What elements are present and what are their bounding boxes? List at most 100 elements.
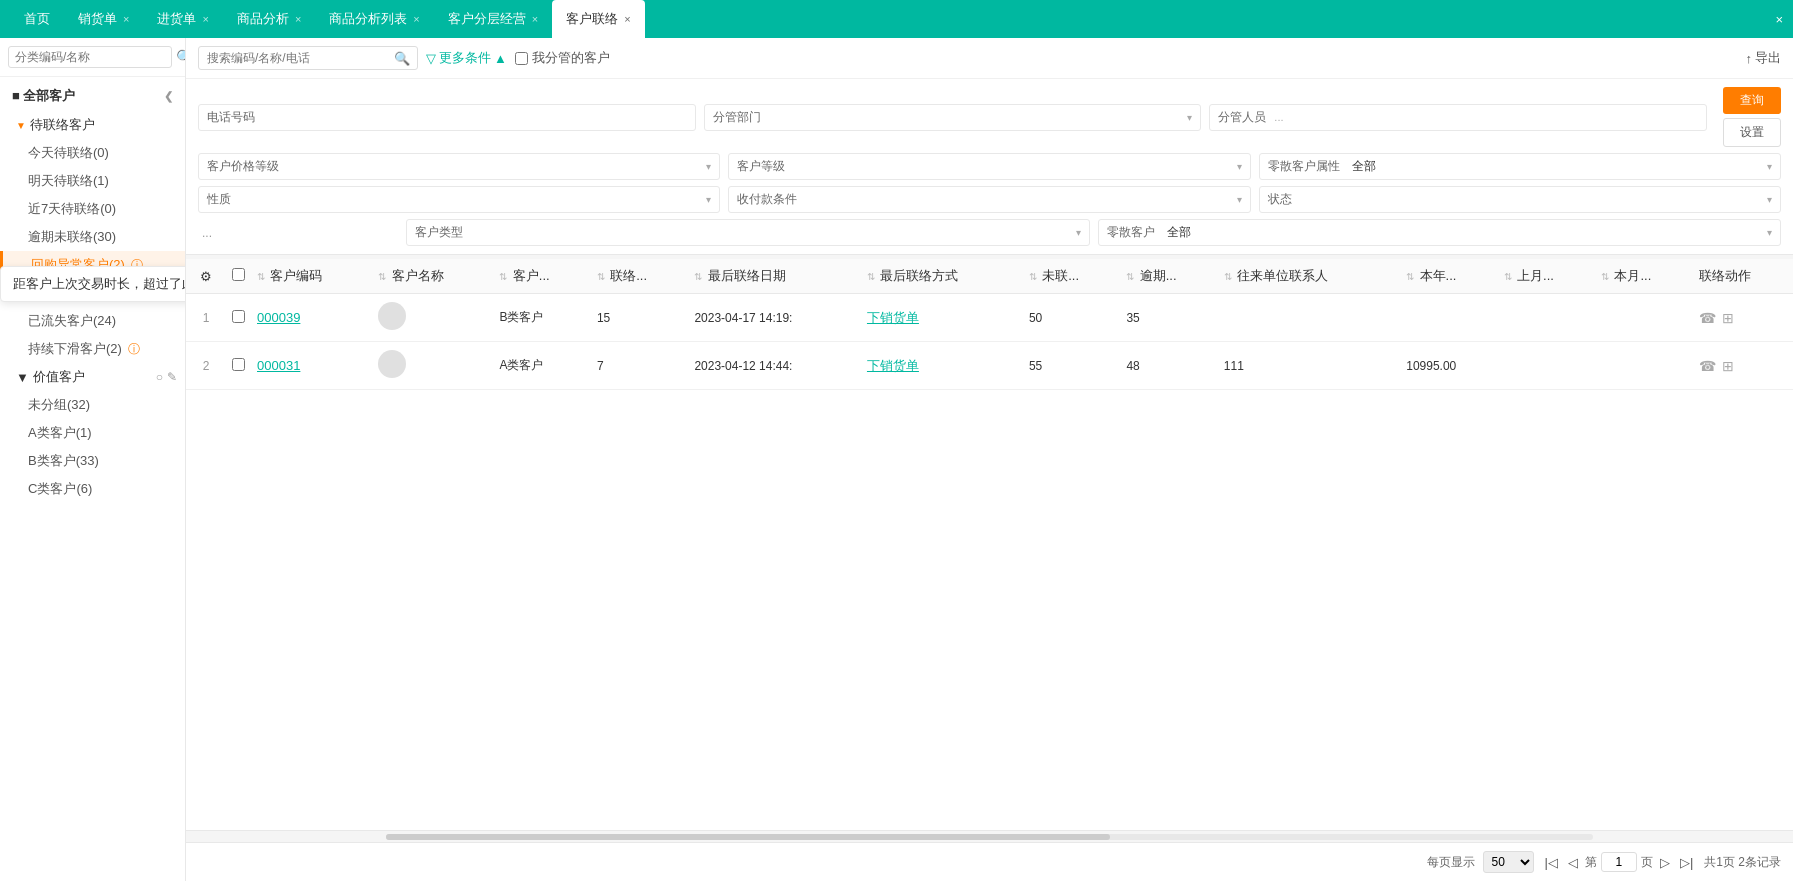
- my-customers-checkbox-label[interactable]: 我分管的客户: [515, 49, 610, 67]
- sidebar-item-b-class[interactable]: B类客户(33): [0, 447, 185, 475]
- nav-close-icon[interactable]: ×: [295, 13, 301, 25]
- pending-group-title[interactable]: ▼ 待联络客户: [0, 111, 185, 139]
- sort-icon: ⇅: [378, 271, 386, 282]
- row-contacts-cell: [1218, 294, 1400, 342]
- phone-icon[interactable]: ☎: [1699, 358, 1716, 374]
- export-button[interactable]: ↑ 导出: [1746, 49, 1782, 67]
- phone-icon[interactable]: ☎: [1699, 310, 1716, 326]
- all-customers-title[interactable]: ■ 全部客户 ❮: [0, 81, 185, 111]
- scrollbar-track[interactable]: [386, 834, 1593, 840]
- retail-property-field[interactable]: 零散客户属性 全部 ▾: [1259, 153, 1781, 180]
- nav-customer-contact[interactable]: 客户联络 ×: [552, 0, 644, 38]
- col-lastdate-header[interactable]: ⇅ 最后联络日期: [688, 259, 861, 294]
- settings-icon[interactable]: ⚙: [200, 269, 212, 284]
- col-name-header[interactable]: ⇅ 客户名称: [372, 259, 493, 294]
- nav-close-icon[interactable]: ×: [413, 13, 419, 25]
- triangle-icon: ▼: [16, 120, 26, 131]
- sidebar-item-keep-decreasing[interactable]: 持续下滑客户(2) ⓘ: [0, 335, 185, 363]
- nav-close-icon[interactable]: ×: [123, 13, 129, 25]
- col-code-header[interactable]: ⇅ 客户编码: [251, 259, 372, 294]
- row-action-cell: ☎ ⊞: [1693, 342, 1793, 390]
- chevron-down-icon: ▾: [1187, 112, 1192, 123]
- sort-icon: ⇅: [499, 271, 507, 282]
- row-checkbox[interactable]: [232, 358, 245, 371]
- sidebar-search-input[interactable]: [8, 46, 172, 68]
- prev-page-button[interactable]: ◁: [1565, 855, 1581, 870]
- chevron-down-icon: ▾: [1237, 194, 1242, 205]
- col-overdue-header[interactable]: ⇅ 逾期...: [1120, 259, 1217, 294]
- sidebar-item-already-lost[interactable]: 已流失客户(24): [0, 307, 185, 335]
- customer-code-link[interactable]: 000031: [257, 358, 300, 373]
- sidebar-item-ungrouped[interactable]: 未分组(32): [0, 391, 185, 419]
- nav-customer-segment[interactable]: 客户分层经营 ×: [434, 0, 552, 38]
- col-thismonth-header[interactable]: ⇅ 本月...: [1595, 259, 1692, 294]
- settings-button[interactable]: 设置: [1723, 118, 1781, 147]
- phone-field[interactable]: 电话号码: [198, 104, 696, 131]
- sidebar-item-today[interactable]: 今天待联络(0): [0, 139, 185, 167]
- scrollbar-thumb[interactable]: [386, 834, 1110, 840]
- col-thisyear-header[interactable]: ⇅ 本年...: [1400, 259, 1497, 294]
- per-page-label: 每页显示: [1427, 854, 1475, 871]
- nav-purchase-order[interactable]: 进货单 ×: [143, 0, 222, 38]
- data-table-container: ⚙ ⇅ 客户编码 ⇅ 客户名称: [186, 259, 1793, 830]
- payment-condition-field[interactable]: 收付款条件 ▾: [728, 186, 1250, 213]
- select-all-checkbox[interactable]: [232, 268, 245, 281]
- col-type-header[interactable]: ⇅ 客户...: [493, 259, 590, 294]
- my-customers-checkbox[interactable]: [515, 52, 528, 65]
- grid-icon[interactable]: ⊞: [1722, 358, 1734, 374]
- sidebar-item-a-class[interactable]: A类客户(1): [0, 419, 185, 447]
- next-page-button[interactable]: ▷: [1657, 855, 1673, 870]
- last-page-button[interactable]: ▷|: [1677, 855, 1696, 870]
- row-lastmonth-cell: [1498, 342, 1595, 390]
- nav-product-analysis[interactable]: 商品分析 ×: [223, 0, 315, 38]
- more-icon[interactable]: ...: [1274, 111, 1283, 123]
- department-field[interactable]: 分管部门 ▾: [704, 104, 1202, 131]
- last-method-link[interactable]: 下销货单: [867, 310, 919, 325]
- search-icon[interactable]: 🔍: [394, 51, 410, 66]
- grid-icon[interactable]: ⊞: [1722, 310, 1734, 326]
- row-lastmethod-cell: 下销货单: [861, 342, 1023, 390]
- window-close-button[interactable]: ×: [1775, 10, 1783, 28]
- edit-icon[interactable]: ○: [156, 370, 163, 384]
- nature-field[interactable]: 性质 ▾: [198, 186, 720, 213]
- row-num-cell: 2: [186, 342, 226, 390]
- last-method-link[interactable]: 下销货单: [867, 358, 919, 373]
- pagination-controls: |◁ ◁ 第 页 ▷ ▷|: [1542, 852, 1697, 872]
- ellipsis-button[interactable]: ...: [198, 226, 216, 240]
- settings-icon[interactable]: ✎: [167, 370, 177, 384]
- retail-customer-field[interactable]: 零散客户 全部 ▾: [1098, 219, 1782, 246]
- nav-home[interactable]: 首页: [10, 0, 64, 38]
- row-checkbox[interactable]: [232, 310, 245, 323]
- nav-sales-order[interactable]: 销货单 ×: [64, 0, 143, 38]
- customer-type-field[interactable]: 客户类型 ▾: [406, 219, 1090, 246]
- col-unread-header[interactable]: ⇅ 未联...: [1023, 259, 1120, 294]
- sidebar-item-tomorrow[interactable]: 明天待联络(1): [0, 167, 185, 195]
- first-page-button[interactable]: |◁: [1542, 855, 1561, 870]
- col-lastmethod-header[interactable]: ⇅ 最后联络方式: [861, 259, 1023, 294]
- manager-field[interactable]: 分管人员 ...: [1209, 104, 1707, 131]
- nav-close-icon[interactable]: ×: [202, 13, 208, 25]
- price-grade-field[interactable]: 客户价格等级 ▾: [198, 153, 720, 180]
- col-lastmonth-header[interactable]: ⇅ 上月...: [1498, 259, 1595, 294]
- row-type-cell: B类客户: [493, 294, 590, 342]
- sidebar-search-icon[interactable]: 🔍: [176, 49, 186, 65]
- col-contacts-header[interactable]: ⇅ 往来单位联系人: [1218, 259, 1400, 294]
- col-contact-header[interactable]: ⇅ 联络...: [591, 259, 688, 294]
- status-field[interactable]: 状态 ▾: [1259, 186, 1781, 213]
- query-button[interactable]: 查询: [1723, 87, 1781, 114]
- more-conditions-button[interactable]: ▽ 更多条件 ▲: [426, 49, 507, 67]
- page-number-input[interactable]: [1601, 852, 1637, 872]
- search-input[interactable]: [198, 46, 418, 70]
- nav-close-icon[interactable]: ×: [624, 13, 630, 25]
- top-navigation: 首页 销货单 × 进货单 × 商品分析 × 商品分析列表 × 客户分层经营 × …: [0, 0, 1793, 38]
- sidebar-item-7days[interactable]: 近7天待联络(0): [0, 195, 185, 223]
- sidebar-item-c-class[interactable]: C类客户(6): [0, 475, 185, 503]
- nav-product-analysis-list[interactable]: 商品分析列表 ×: [315, 0, 433, 38]
- customer-code-link[interactable]: 000039: [257, 310, 300, 325]
- per-page-select[interactable]: 50 100: [1483, 851, 1534, 873]
- value-group-title[interactable]: ▼ 价值客户 ○ ✎: [0, 363, 185, 391]
- nav-close-icon[interactable]: ×: [532, 13, 538, 25]
- sidebar-item-overdue[interactable]: 逾期未联络(30): [0, 223, 185, 251]
- customer-grade-field[interactable]: 客户等级 ▾: [728, 153, 1250, 180]
- col-action-header: 联络动作: [1693, 259, 1793, 294]
